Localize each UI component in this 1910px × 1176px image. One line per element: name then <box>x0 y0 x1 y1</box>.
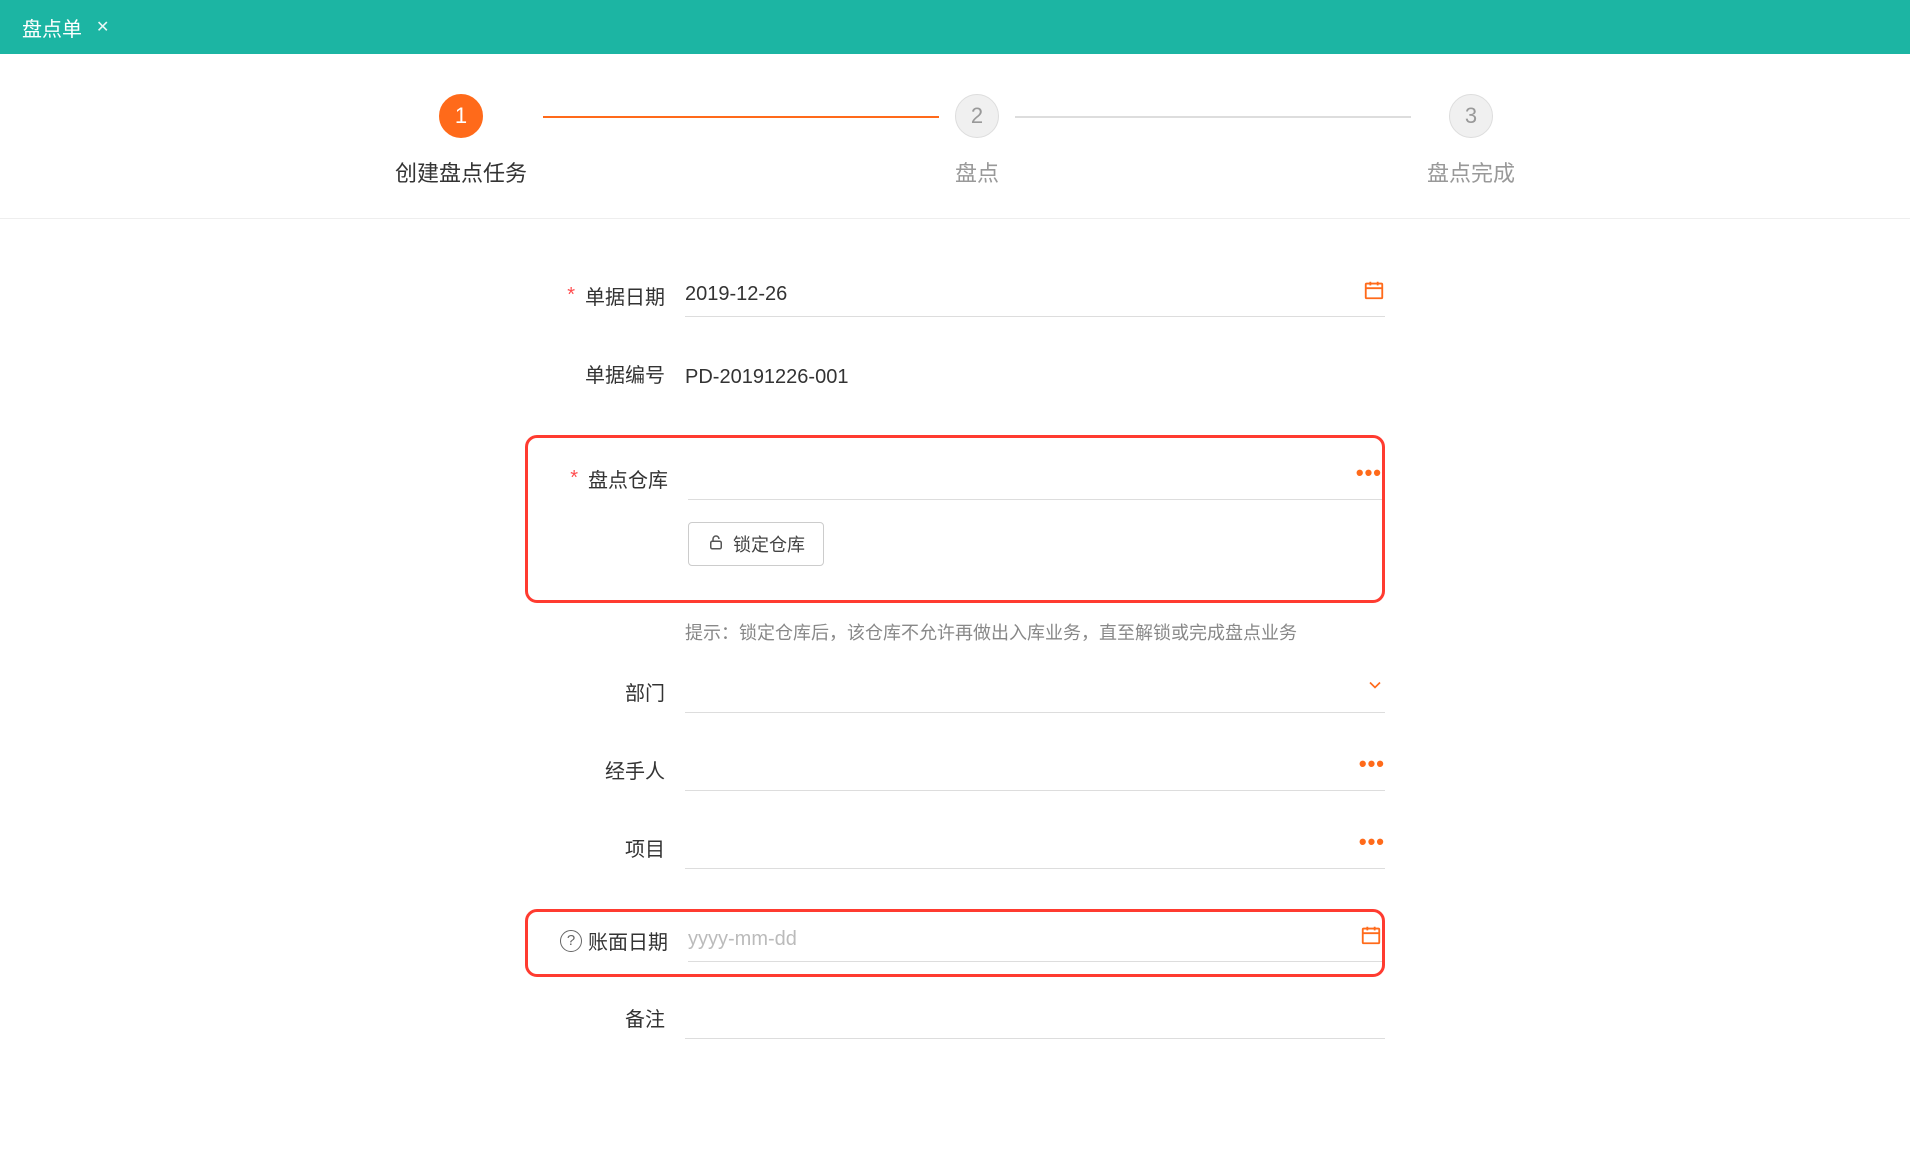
label-remark: 备注 <box>525 1001 685 1032</box>
warehouse-highlight: * 盘点仓库 ••• 锁定仓库 <box>525 435 1385 603</box>
lock-hint: 提示：锁定仓库后，该仓库不允许再做出入库业务，直至解锁或完成盘点业务 <box>685 619 1385 645</box>
help-icon[interactable]: ? <box>560 930 582 952</box>
book-date-highlight: ? 账面日期 yyyy-mm-dd <box>525 909 1385 977</box>
row-lock: 锁定仓库 <box>528 520 1382 566</box>
form: * 单据日期 2019-12-26 单据编号 PD-20191226-001 <box>505 279 1405 1039</box>
label-project: 项目 <box>525 831 685 862</box>
step-connector-1 <box>543 116 939 118</box>
dept-input[interactable] <box>685 675 1385 713</box>
step-3-circle: 3 <box>1449 94 1493 138</box>
tab-inventory[interactable]: 盘点单 ✕ <box>22 13 109 42</box>
row-book-date: ? 账面日期 yyyy-mm-dd <box>528 924 1382 962</box>
lock-wrap: 锁定仓库 <box>688 520 1382 566</box>
remark-input[interactable] <box>685 1001 1385 1039</box>
step-connector-2 <box>1015 116 1411 118</box>
doc-date-value: 2019-12-26 <box>685 283 787 306</box>
handler-input[interactable]: ••• <box>685 753 1385 791</box>
label-doc-date: * 单据日期 <box>525 279 685 310</box>
step-2-circle: 2 <box>955 94 999 138</box>
step-3: 3 盘点完成 <box>1427 94 1515 188</box>
label-dept: 部门 <box>525 675 685 706</box>
unlock-icon <box>707 533 725 556</box>
step-1-circle: 1 <box>439 94 483 138</box>
label-book-date: ? 账面日期 <box>528 924 688 955</box>
doc-date-input[interactable]: 2019-12-26 <box>685 279 1385 317</box>
steps: 1 创建盘点任务 2 盘点 3 盘点完成 <box>355 94 1555 188</box>
step-1: 1 创建盘点任务 <box>395 94 527 188</box>
ellipsis-icon[interactable]: ••• <box>1359 753 1385 775</box>
lock-warehouse-button[interactable]: 锁定仓库 <box>688 522 824 566</box>
tab-bar: 盘点单 ✕ <box>0 0 1910 54</box>
steps-section: 1 创建盘点任务 2 盘点 3 盘点完成 <box>0 54 1910 219</box>
ellipsis-icon[interactable]: ••• <box>1356 462 1382 484</box>
row-doc-no: 单据编号 PD-20191226-001 <box>525 357 1385 395</box>
ellipsis-icon[interactable]: ••• <box>1359 831 1385 853</box>
row-handler: 经手人 ••• <box>525 753 1385 791</box>
doc-no-value: PD-20191226-001 <box>685 366 848 389</box>
required-mark: * <box>567 284 575 307</box>
row-dept: 部门 <box>525 675 1385 713</box>
book-date-placeholder: yyyy-mm-dd <box>688 928 797 951</box>
row-warehouse: * 盘点仓库 ••• <box>528 462 1382 500</box>
tab-title: 盘点单 <box>22 13 82 42</box>
step-1-label: 创建盘点任务 <box>395 156 527 188</box>
lock-btn-label: 锁定仓库 <box>733 531 805 557</box>
required-mark: * <box>570 467 578 490</box>
label-lock-spacer <box>528 520 688 522</box>
warehouse-input[interactable]: ••• <box>688 462 1382 500</box>
label-doc-no: 单据编号 <box>525 357 685 388</box>
project-input[interactable]: ••• <box>685 831 1385 869</box>
step-2-label: 盘点 <box>955 156 999 188</box>
label-warehouse: * 盘点仓库 <box>528 462 688 493</box>
step-2: 2 盘点 <box>955 94 999 188</box>
row-doc-date: * 单据日期 2019-12-26 <box>525 279 1385 317</box>
chevron-down-icon[interactable] <box>1365 675 1385 701</box>
row-project: 项目 ••• <box>525 831 1385 869</box>
step-3-label: 盘点完成 <box>1427 156 1515 188</box>
label-handler: 经手人 <box>525 753 685 784</box>
calendar-icon[interactable] <box>1360 924 1382 952</box>
calendar-icon[interactable] <box>1363 279 1385 307</box>
close-icon[interactable]: ✕ <box>96 17 109 37</box>
book-date-input[interactable]: yyyy-mm-dd <box>688 924 1382 962</box>
row-remark: 备注 <box>525 1001 1385 1039</box>
doc-no-value-wrap: PD-20191226-001 <box>685 357 1385 395</box>
